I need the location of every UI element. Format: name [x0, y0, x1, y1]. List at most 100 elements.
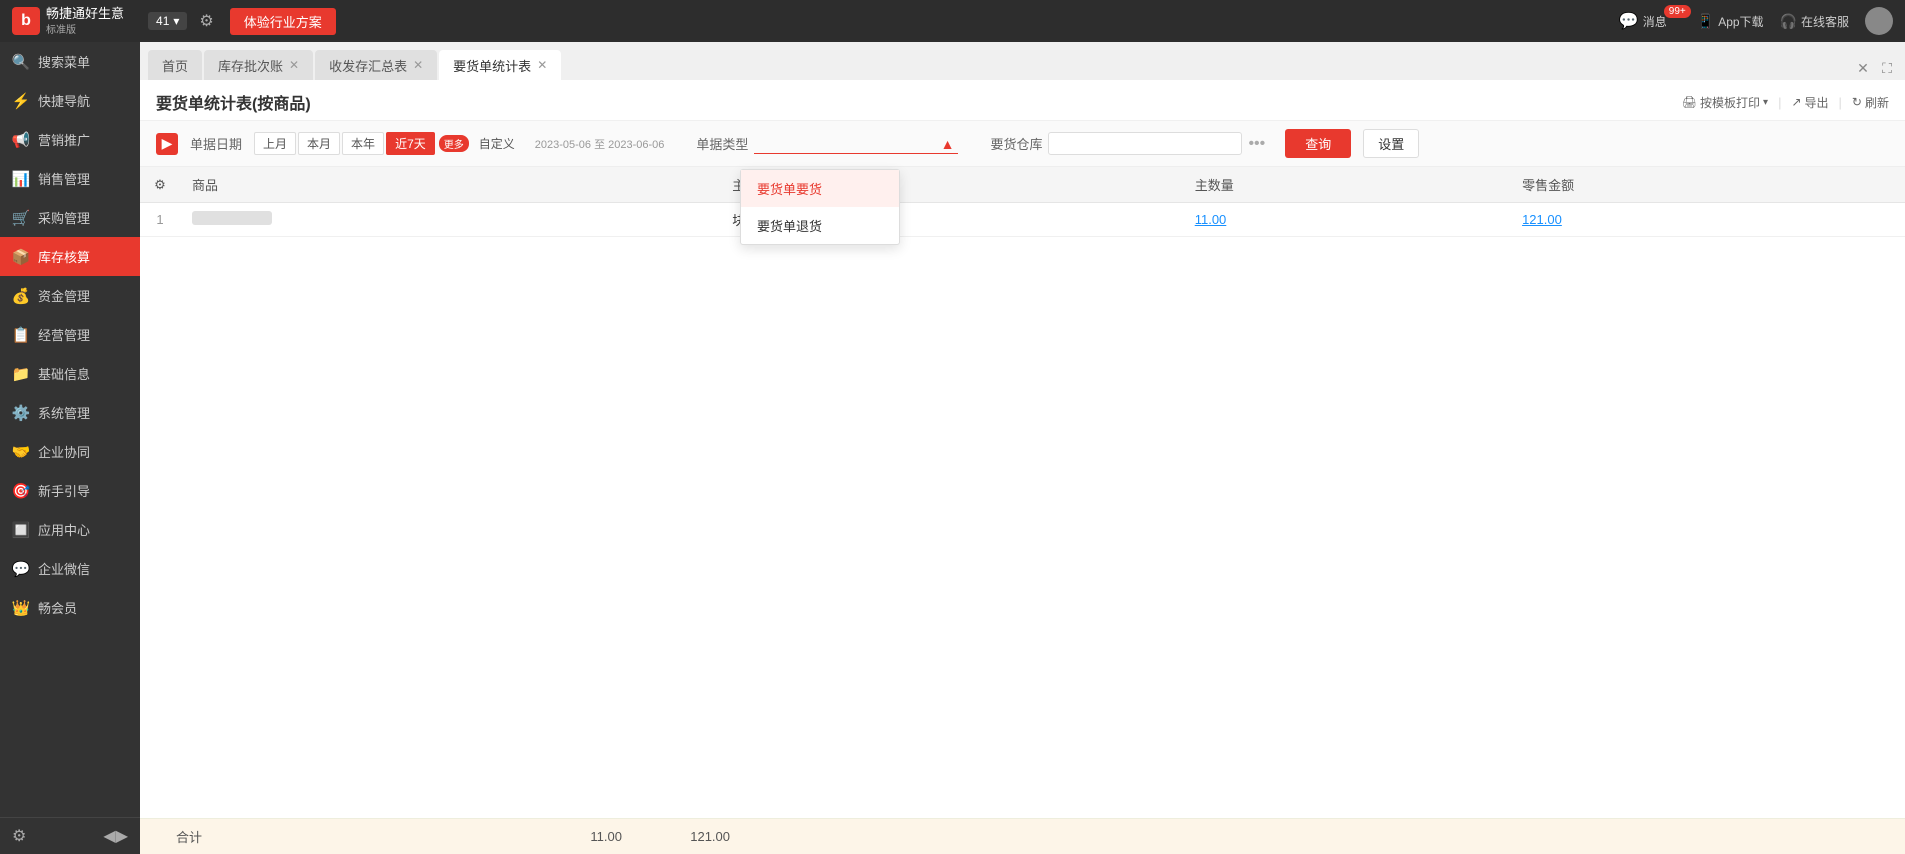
- sidebar-scroll: 🔍 搜索菜单 ⚡ 快捷导航 📢 营销推广 📊 销售管理 🛒 采购管理 📦: [0, 42, 140, 817]
- print-chevron-icon: ▾: [1763, 97, 1768, 108]
- filter-expand-btn[interactable]: ▶: [156, 133, 178, 155]
- settings-bottom-icon[interactable]: ⚙: [12, 826, 26, 846]
- sidebar-item-sales[interactable]: 📊 销售管理: [0, 159, 140, 198]
- sidebar-label-search: 搜索菜单: [38, 52, 90, 71]
- refresh-icon: ↻: [1852, 95, 1862, 109]
- table-container: ⚙ 商品 主计量单位 主数量 零售金额 1: [140, 167, 1905, 818]
- header-left: b 畅捷通好生意 标准版 41 ▾ ⚙ 体验行业方案: [12, 6, 336, 37]
- money-icon: 💰: [12, 287, 30, 305]
- date-btn-this-year[interactable]: 本年: [342, 132, 384, 155]
- sidebar-item-system[interactable]: ⚙️ 系统管理: [0, 393, 140, 432]
- type-filter-group: 单据类型 ▲: [696, 134, 958, 154]
- sidebar-label-quick-nav: 快捷导航: [38, 91, 90, 110]
- print-label: 按模板打印: [1700, 94, 1760, 111]
- print-btn[interactable]: 🖨 按模板打印 ▾: [1682, 94, 1768, 111]
- date-label: 单据日期: [190, 134, 242, 153]
- tab-home[interactable]: 首页: [148, 50, 202, 80]
- sidebar-item-operations[interactable]: 📋 经营管理: [0, 315, 140, 354]
- col-quantity: 主数量: [1183, 167, 1510, 203]
- dropdown-item-return[interactable]: 要货单退货: [741, 207, 899, 244]
- sidebar-item-member[interactable]: 👑 畅会员: [0, 588, 140, 627]
- sidebar-label-finance: 资金管理: [38, 286, 90, 305]
- online-service-group[interactable]: 🎧 在线客服: [1780, 13, 1849, 30]
- export-label: 导出: [1805, 94, 1829, 111]
- warehouse-label: 要货仓库: [990, 134, 1042, 153]
- dropdown-item-order[interactable]: 要货单要货: [741, 170, 899, 207]
- cart-icon: 🛒: [12, 209, 30, 227]
- tab-order-summary[interactable]: 要货单统计表 ✕: [439, 50, 561, 80]
- chat-icon: 💬: [12, 560, 30, 578]
- col-settings: ⚙: [140, 167, 180, 203]
- sidebar-label-enterprise: 企业协同: [38, 442, 90, 461]
- store-name: 41: [156, 14, 169, 28]
- store-selector[interactable]: 41 ▾: [148, 12, 187, 30]
- sidebar-item-quick-nav[interactable]: ⚡ 快捷导航: [0, 81, 140, 120]
- product-blurred-value: [192, 211, 272, 225]
- collapse-icon[interactable]: ◀▶: [103, 826, 128, 846]
- date-custom-btn[interactable]: 自定义: [471, 133, 523, 154]
- sidebar-item-purchase[interactable]: 🛒 采购管理: [0, 198, 140, 237]
- warehouse-more-icon[interactable]: •••: [1248, 135, 1265, 153]
- export-btn[interactable]: ↗ 导出: [1791, 94, 1828, 111]
- tab-order-summary-label: 要货单统计表: [453, 56, 531, 75]
- sidebar-label-app-center: 应用中心: [38, 520, 90, 539]
- tab-collection-summary-close[interactable]: ✕: [413, 58, 423, 72]
- sidebar-item-inventory[interactable]: 📦 库存核算: [0, 237, 140, 276]
- cell-quantity: 11.00: [1183, 203, 1510, 237]
- message-label: 消息: [1643, 13, 1667, 30]
- tab-collection-summary-label: 收发存汇总表: [329, 56, 407, 75]
- warehouse-filter-group: 要货仓库 •••: [990, 132, 1265, 155]
- type-chevron-up-icon[interactable]: ▲: [941, 136, 955, 152]
- tab-order-summary-close[interactable]: ✕: [537, 58, 547, 72]
- col-product: 商品: [180, 167, 720, 203]
- app-download-group[interactable]: 📱 App下载: [1697, 13, 1764, 30]
- amount-link[interactable]: 121.00: [1522, 212, 1562, 227]
- trial-button[interactable]: 体验行业方案: [230, 8, 336, 35]
- type-input[interactable]: [754, 134, 958, 154]
- page-title: 要货单统计表(按商品): [156, 90, 311, 114]
- sidebar-item-basic[interactable]: 📁 基础信息: [0, 354, 140, 393]
- chart-icon: 📊: [12, 170, 30, 188]
- date-btn-last-month[interactable]: 上月: [254, 132, 296, 155]
- page-content: 要货单统计表(按商品) 🖨 按模板打印 ▾ | ↗ 导出 | ↻: [140, 80, 1905, 854]
- tab-batch-account-close[interactable]: ✕: [289, 58, 299, 72]
- logo-area: b 畅捷通好生意 标准版: [12, 6, 124, 37]
- type-input-wrapper: ▲: [754, 134, 958, 154]
- tab-collection-summary[interactable]: 收发存汇总表 ✕: [315, 50, 437, 80]
- refresh-btn[interactable]: ↻ 刷新: [1852, 94, 1889, 111]
- table-row: 1 块 11.00 121.00: [140, 203, 1905, 237]
- tab-batch-account[interactable]: 库存批次账 ✕: [204, 50, 313, 80]
- header-settings-icon[interactable]: ⚙: [199, 11, 213, 31]
- sidebar-item-app-center[interactable]: 🔲 应用中心: [0, 510, 140, 549]
- warehouse-input[interactable]: [1048, 132, 1242, 155]
- quantity-link[interactable]: 11.00: [1195, 212, 1227, 227]
- footer-label-text: 合计: [176, 830, 202, 845]
- sidebar-item-wechat[interactable]: 💬 企业微信: [0, 549, 140, 588]
- tab-expand-btn[interactable]: ⛶: [1877, 58, 1897, 78]
- header-right: 💬 消息 99+ 📱 App下载 🎧 在线客服: [1619, 7, 1893, 35]
- phone-icon: 📱: [1697, 13, 1714, 30]
- content-area: 首页 库存批次账 ✕ 收发存汇总表 ✕ 要货单统计表 ✕ ✕ ⛶ 要: [140, 42, 1905, 854]
- sidebar-item-marketing[interactable]: 📢 营销推广: [0, 120, 140, 159]
- tab-bar: 首页 库存批次账 ✕ 收发存汇总表 ✕ 要货单统计表 ✕ ✕ ⛶: [140, 42, 1905, 80]
- lightning-icon: ⚡: [12, 92, 30, 110]
- grid-icon: 🔲: [12, 521, 30, 539]
- message-group[interactable]: 💬 消息 99+: [1619, 11, 1681, 31]
- action-sep-2: |: [1839, 95, 1842, 110]
- sidebar-item-enterprise[interactable]: 🤝 企业协同: [0, 432, 140, 471]
- sidebar-item-guide[interactable]: 🎯 新手引导: [0, 471, 140, 510]
- set-button[interactable]: 设置: [1363, 129, 1419, 158]
- table-header-row: ⚙ 商品 主计量单位 主数量 零售金额: [140, 167, 1905, 203]
- filter-bar: ▶ 单据日期 上月 本月 本年 近7天 更多 自定义 2023-05-06 至 …: [140, 121, 1905, 167]
- clipboard-icon: 📋: [12, 326, 30, 344]
- col-settings-icon[interactable]: ⚙: [154, 177, 166, 193]
- sidebar-item-finance[interactable]: 💰 资金管理: [0, 276, 140, 315]
- tab-close-all-btn[interactable]: ✕: [1853, 58, 1873, 78]
- date-btn-7days[interactable]: 近7天: [386, 132, 435, 155]
- date-btn-this-month[interactable]: 本月: [298, 132, 340, 155]
- sidebar-item-search[interactable]: 🔍 搜索菜单: [0, 42, 140, 81]
- user-avatar[interactable]: [1865, 7, 1893, 35]
- tab-batch-account-label: 库存批次账: [218, 56, 283, 75]
- target-icon: 🎯: [12, 482, 30, 500]
- query-button[interactable]: 查询: [1285, 129, 1351, 158]
